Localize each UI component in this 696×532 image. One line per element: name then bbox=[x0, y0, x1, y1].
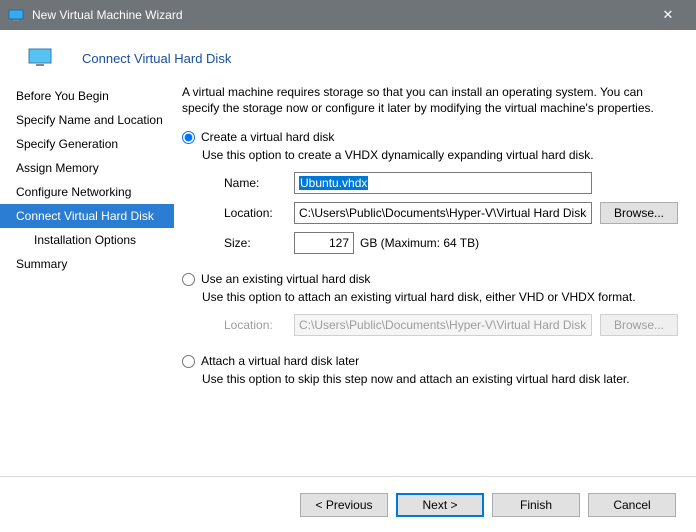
location-label: Location: bbox=[224, 206, 286, 220]
existing-location-label: Location: bbox=[224, 318, 286, 332]
option-later-block: Attach a virtual hard disk later Use thi… bbox=[182, 354, 678, 386]
radio-existing-label: Use an existing virtual hard disk bbox=[201, 272, 370, 286]
app-icon bbox=[8, 7, 24, 23]
titlebar: New Virtual Machine Wizard ✕ bbox=[0, 0, 696, 30]
header: Connect Virtual Hard Disk bbox=[0, 30, 696, 80]
option-create-block: Create a virtual hard disk Use this opti… bbox=[182, 130, 678, 254]
size-input[interactable] bbox=[294, 232, 354, 254]
close-button[interactable]: ✕ bbox=[648, 0, 688, 30]
option1-helper: Use this option to create a VHDX dynamic… bbox=[202, 148, 678, 162]
sidebar-item-before-you-begin[interactable]: Before You Begin bbox=[0, 84, 174, 108]
intro-text: A virtual machine requires storage so th… bbox=[182, 84, 678, 116]
option3-helper: Use this option to skip this step now an… bbox=[202, 372, 678, 386]
sidebar-item-connect-vhd[interactable]: Connect Virtual Hard Disk bbox=[0, 204, 174, 228]
cancel-button[interactable]: Cancel bbox=[588, 493, 676, 517]
sidebar: Before You Begin Specify Name and Locati… bbox=[0, 80, 174, 440]
sidebar-item-configure-networking[interactable]: Configure Networking bbox=[0, 180, 174, 204]
option2-helper: Use this option to attach an existing vi… bbox=[202, 290, 678, 304]
browse-button[interactable]: Browse... bbox=[600, 202, 678, 224]
sidebar-item-summary[interactable]: Summary bbox=[0, 252, 174, 276]
existing-browse-button: Browse... bbox=[600, 314, 678, 336]
sidebar-item-specify-name[interactable]: Specify Name and Location bbox=[0, 108, 174, 132]
location-input[interactable] bbox=[294, 202, 592, 224]
size-suffix: GB (Maximum: 64 TB) bbox=[360, 236, 479, 250]
name-input[interactable]: Ubuntu.vhdx bbox=[294, 172, 592, 194]
previous-button[interactable]: < Previous bbox=[300, 493, 388, 517]
radio-existing[interactable] bbox=[182, 273, 195, 286]
sidebar-item-installation-options[interactable]: Installation Options bbox=[0, 228, 174, 252]
radio-create[interactable] bbox=[182, 131, 195, 144]
option-existing-block: Use an existing virtual hard disk Use th… bbox=[182, 272, 678, 336]
next-button[interactable]: Next > bbox=[396, 493, 484, 517]
sidebar-item-assign-memory[interactable]: Assign Memory bbox=[0, 156, 174, 180]
sidebar-item-specify-generation[interactable]: Specify Generation bbox=[0, 132, 174, 156]
window-title: New Virtual Machine Wizard bbox=[32, 8, 648, 22]
finish-button[interactable]: Finish bbox=[492, 493, 580, 517]
content: A virtual machine requires storage so th… bbox=[174, 80, 696, 440]
radio-later-label: Attach a virtual hard disk later bbox=[201, 354, 359, 368]
page-title: Connect Virtual Hard Disk bbox=[82, 51, 231, 66]
size-label: Size: bbox=[224, 236, 286, 250]
existing-location-input bbox=[294, 314, 592, 336]
computer-icon bbox=[28, 48, 52, 68]
name-label: Name: bbox=[224, 176, 286, 190]
radio-later[interactable] bbox=[182, 355, 195, 368]
radio-create-label: Create a virtual hard disk bbox=[201, 130, 334, 144]
footer: < Previous Next > Finish Cancel bbox=[0, 476, 696, 532]
